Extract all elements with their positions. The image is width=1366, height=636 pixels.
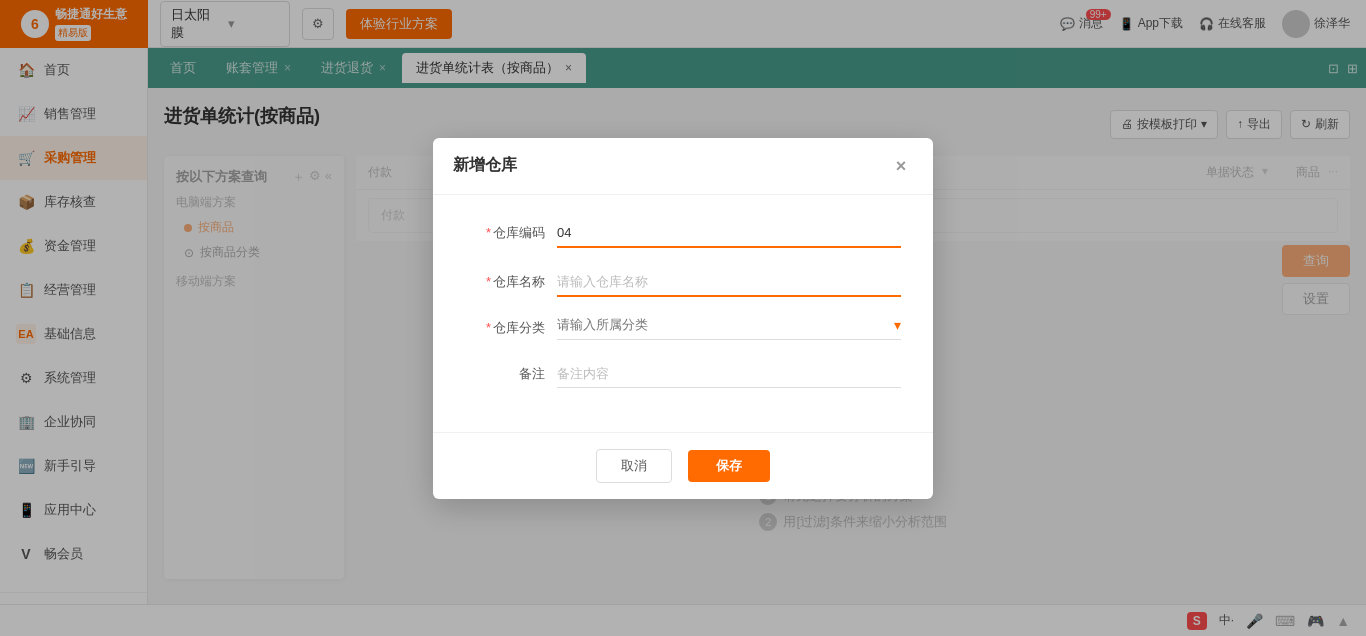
- note-input[interactable]: [557, 360, 901, 388]
- form-row-category: 仓库分类 ▾: [465, 317, 901, 340]
- code-input[interactable]: [557, 219, 901, 248]
- modal-title: 新增仓库: [453, 155, 517, 176]
- modal-footer: 取消 保存: [433, 432, 933, 499]
- add-warehouse-modal: 新增仓库 × 仓库编码 仓库名称 仓库分类 ▾: [433, 138, 933, 499]
- modal-header: 新增仓库 ×: [433, 138, 933, 195]
- form-row-name: 仓库名称: [465, 268, 901, 297]
- name-label: 仓库名称: [465, 273, 545, 291]
- modal-body: 仓库编码 仓库名称 仓库分类 ▾ 备注: [433, 195, 933, 432]
- category-dropdown-icon[interactable]: ▾: [894, 317, 901, 333]
- form-row-code: 仓库编码: [465, 219, 901, 248]
- category-input[interactable]: [557, 317, 894, 332]
- cancel-button[interactable]: 取消: [596, 449, 672, 483]
- code-label: 仓库编码: [465, 224, 545, 242]
- modal-overlay: 新增仓库 × 仓库编码 仓库名称 仓库分类 ▾: [0, 0, 1366, 636]
- save-button[interactable]: 保存: [688, 450, 770, 482]
- note-label: 备注: [465, 365, 545, 383]
- modal-close-button[interactable]: ×: [889, 154, 913, 178]
- category-label: 仓库分类: [465, 319, 545, 337]
- name-input[interactable]: [557, 268, 901, 297]
- category-select[interactable]: ▾: [557, 317, 901, 340]
- form-row-note: 备注: [465, 360, 901, 388]
